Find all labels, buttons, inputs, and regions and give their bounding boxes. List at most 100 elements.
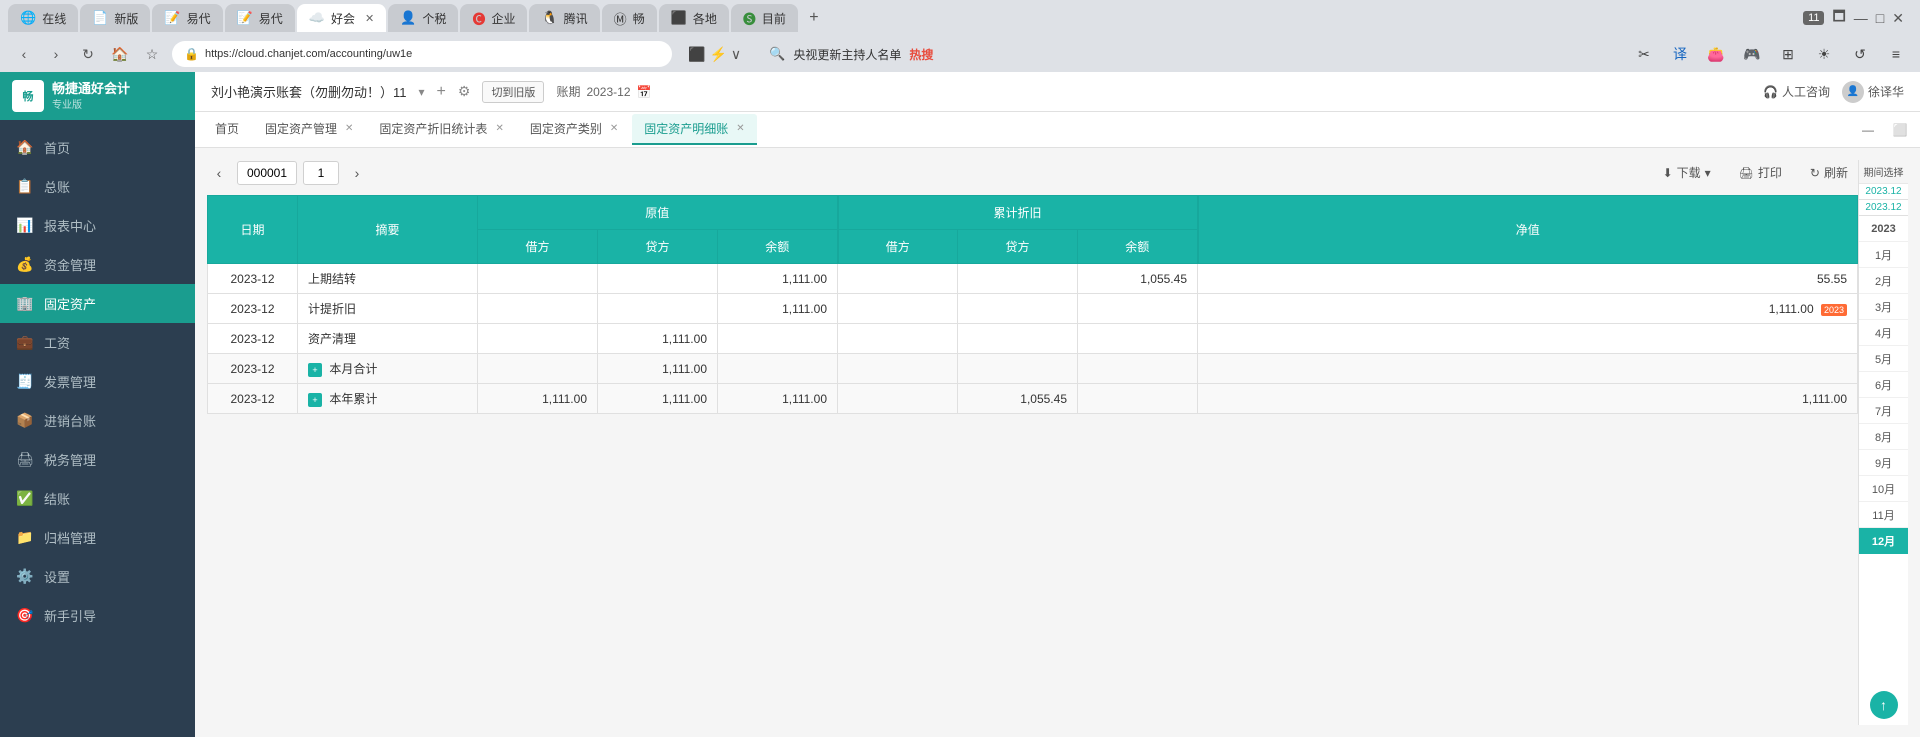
dropdown-arrow[interactable]: ▾ (419, 85, 425, 99)
qr-icon[interactable]: ⬛ (688, 46, 705, 63)
translate-icon[interactable]: 译 (1668, 42, 1692, 66)
tab-depreciation-stats[interactable]: 固定资产折旧统计表 ✕ (367, 114, 515, 145)
new-tab-button[interactable]: + (800, 4, 828, 32)
address-input[interactable]: 🔒 https://cloud.chanjet.com/accounting/u… (172, 41, 672, 67)
restore-window-icon[interactable]: 🗖 (1832, 6, 1845, 30)
sidebar-item-guide[interactable]: 🎯 新手引导 (0, 596, 195, 635)
close-window-icon[interactable]: ✕ (1892, 10, 1904, 27)
grid-icon[interactable]: ⊞ (1776, 42, 1800, 66)
scissors-icon[interactable]: ✂ (1632, 42, 1656, 66)
scroll-top-button[interactable]: ↑ (1870, 691, 1898, 719)
home-button[interactable]: 🏠 (108, 42, 132, 66)
browser-tab-1[interactable]: 🌐 在线 (8, 4, 78, 32)
consult-button[interactable]: 🎧 人工咨询 (1763, 83, 1830, 100)
sidebar-item-invoices[interactable]: 🧾 发票管理 (0, 362, 195, 401)
period-month-10[interactable]: 10月 (1859, 476, 1908, 502)
sidebar-item-reports[interactable]: 📊 报表中心 (0, 206, 195, 245)
sidebar-label-home: 首页 (44, 138, 70, 157)
cell-orig-balance-5: 1,111.00 (718, 384, 838, 414)
bookmark-button[interactable]: ☆ (140, 42, 164, 66)
table-row: 2023-12 资产清理 1,111.00 (208, 324, 1858, 354)
action-buttons: ⬇ 下载 ▾ 🖨 打印 ↻ 刷新 (1653, 160, 1858, 185)
sidebar-item-funds[interactable]: 💰 资金管理 (0, 245, 195, 284)
add-account-button[interactable]: + (437, 83, 446, 101)
dropdown-icon[interactable]: ∨ (731, 46, 741, 63)
page-code-input[interactable] (237, 161, 297, 185)
browser-tab-4[interactable]: 📝 易代 (225, 4, 295, 32)
browser-tab-9[interactable]: Ⓜ 畅 (602, 4, 657, 32)
period-month-5[interactable]: 5月 (1859, 346, 1908, 372)
period-month-11[interactable]: 11月 (1859, 502, 1908, 528)
settings-cog-button[interactable]: ⚙ (458, 83, 471, 100)
period-month-8[interactable]: 8月 (1859, 424, 1908, 450)
history-icon[interactable]: ↺ (1848, 42, 1872, 66)
cell-accum-debit-3 (838, 324, 958, 354)
switch-version-button[interactable]: 切到旧版 (482, 81, 544, 103)
browser-tab-7[interactable]: 🅒 企业 (460, 4, 527, 32)
tab-home[interactable]: 首页 (203, 114, 251, 145)
browser-tab-5[interactable]: ☁️ 好会 ✕ (297, 4, 386, 32)
period-month-6[interactable]: 6月 (1859, 372, 1908, 398)
expand-panel-button[interactable]: ⬜ (1888, 118, 1912, 142)
maximize-icon[interactable]: □ (1876, 10, 1884, 26)
back-button[interactable]: ‹ (12, 42, 36, 66)
sidebar-item-settings[interactable]: ⚙️ 设置 (0, 557, 195, 596)
sidebar-item-fixed-assets[interactable]: 🏢 固定资产 (0, 284, 195, 323)
print-button[interactable]: 🖨 打印 (1729, 160, 1792, 185)
reload-button[interactable]: ↻ (76, 42, 100, 66)
minimize-icon[interactable]: — (1854, 10, 1868, 26)
menu-icon[interactable]: ≡ (1884, 42, 1908, 66)
browser-tab-8[interactable]: 🐧 腾讯 (529, 4, 599, 32)
download-button[interactable]: ⬇ 下载 ▾ (1653, 160, 1721, 185)
sidebar-label-reports: 报表中心 (44, 216, 96, 235)
minimize-panel-button[interactable]: — (1856, 118, 1880, 142)
th-accum-debit: 借方 (838, 230, 958, 264)
hot-search-label[interactable]: 热搜 (909, 46, 933, 63)
tab-close-5[interactable]: ✕ (365, 12, 374, 25)
browser-tab-11[interactable]: 🅢 目前 (731, 4, 798, 32)
sidebar-item-payroll[interactable]: 💼 工资 (0, 323, 195, 362)
tab-close-3[interactable]: ✕ (610, 123, 618, 134)
tab-asset-detail[interactable]: 固定资产明细账 ✕ (632, 114, 756, 145)
sidebar-item-tax[interactable]: 🖨 税务管理 (0, 440, 195, 479)
period-month-1[interactable]: 1月 (1859, 242, 1908, 268)
period-month-7[interactable]: 7月 (1859, 398, 1908, 424)
next-page-button[interactable]: › (345, 161, 369, 185)
prev-page-button[interactable]: ‹ (207, 161, 231, 185)
invoices-icon: 🧾 (16, 373, 34, 391)
forward-button[interactable]: › (44, 42, 68, 66)
calendar-icon[interactable]: 📅 (637, 85, 652, 99)
lightning-icon[interactable]: ⚡ (709, 46, 726, 63)
refresh-button[interactable]: ↻ 刷新 (1800, 160, 1858, 185)
tab-fixed-asset-management[interactable]: 固定资产管理 ✕ (253, 114, 365, 145)
wallet-icon[interactable]: 👛 (1704, 42, 1728, 66)
user-info[interactable]: 👤 徐译华 (1842, 81, 1904, 103)
period-month-3[interactable]: 3月 (1859, 294, 1908, 320)
browser-tab-10[interactable]: ⬛ 各地 (659, 4, 729, 32)
sidebar-item-home[interactable]: 🏠 首页 (0, 128, 195, 167)
closing-icon: ✅ (16, 490, 34, 508)
sidebar-item-archive[interactable]: 📁 归档管理 (0, 518, 195, 557)
browser-tab-2[interactable]: 📄 新版 (80, 4, 150, 32)
sidebar-item-closing[interactable]: ✅ 结账 (0, 479, 195, 518)
tab-close-1[interactable]: ✕ (345, 123, 353, 134)
tab-asset-category-label: 固定资产类别 (530, 120, 602, 137)
tab-asset-category[interactable]: 固定资产类别 ✕ (518, 114, 630, 145)
browser-tab-3[interactable]: 📝 易代 (152, 4, 222, 32)
sidebar-item-inventory[interactable]: 📦 进销台账 (0, 401, 195, 440)
period-year-2023[interactable]: 2023 (1859, 216, 1908, 242)
tab-close-4[interactable]: ✕ (736, 123, 744, 134)
theme-icon[interactable]: ☀ (1812, 42, 1836, 66)
cell-accum-credit-1 (958, 264, 1078, 294)
period-month-2[interactable]: 2月 (1859, 268, 1908, 294)
browser-tab-6[interactable]: 👤 个税 (388, 4, 458, 32)
sidebar-item-ledger[interactable]: 📋 总账 (0, 167, 195, 206)
period-month-9[interactable]: 9月 (1859, 450, 1908, 476)
period-month-4[interactable]: 4月 (1859, 320, 1908, 346)
sidebar-menu: 🏠 首页 📋 总账 📊 报表中心 💰 资金管理 🏢 固定资产 💼 工资 (0, 120, 195, 737)
page-num-input[interactable] (303, 161, 339, 185)
tab-close-2[interactable]: ✕ (495, 123, 503, 134)
period-value: 2023-12 (586, 85, 630, 99)
period-month-12[interactable]: 12月 (1859, 528, 1908, 554)
game-icon[interactable]: 🎮 (1740, 42, 1764, 66)
